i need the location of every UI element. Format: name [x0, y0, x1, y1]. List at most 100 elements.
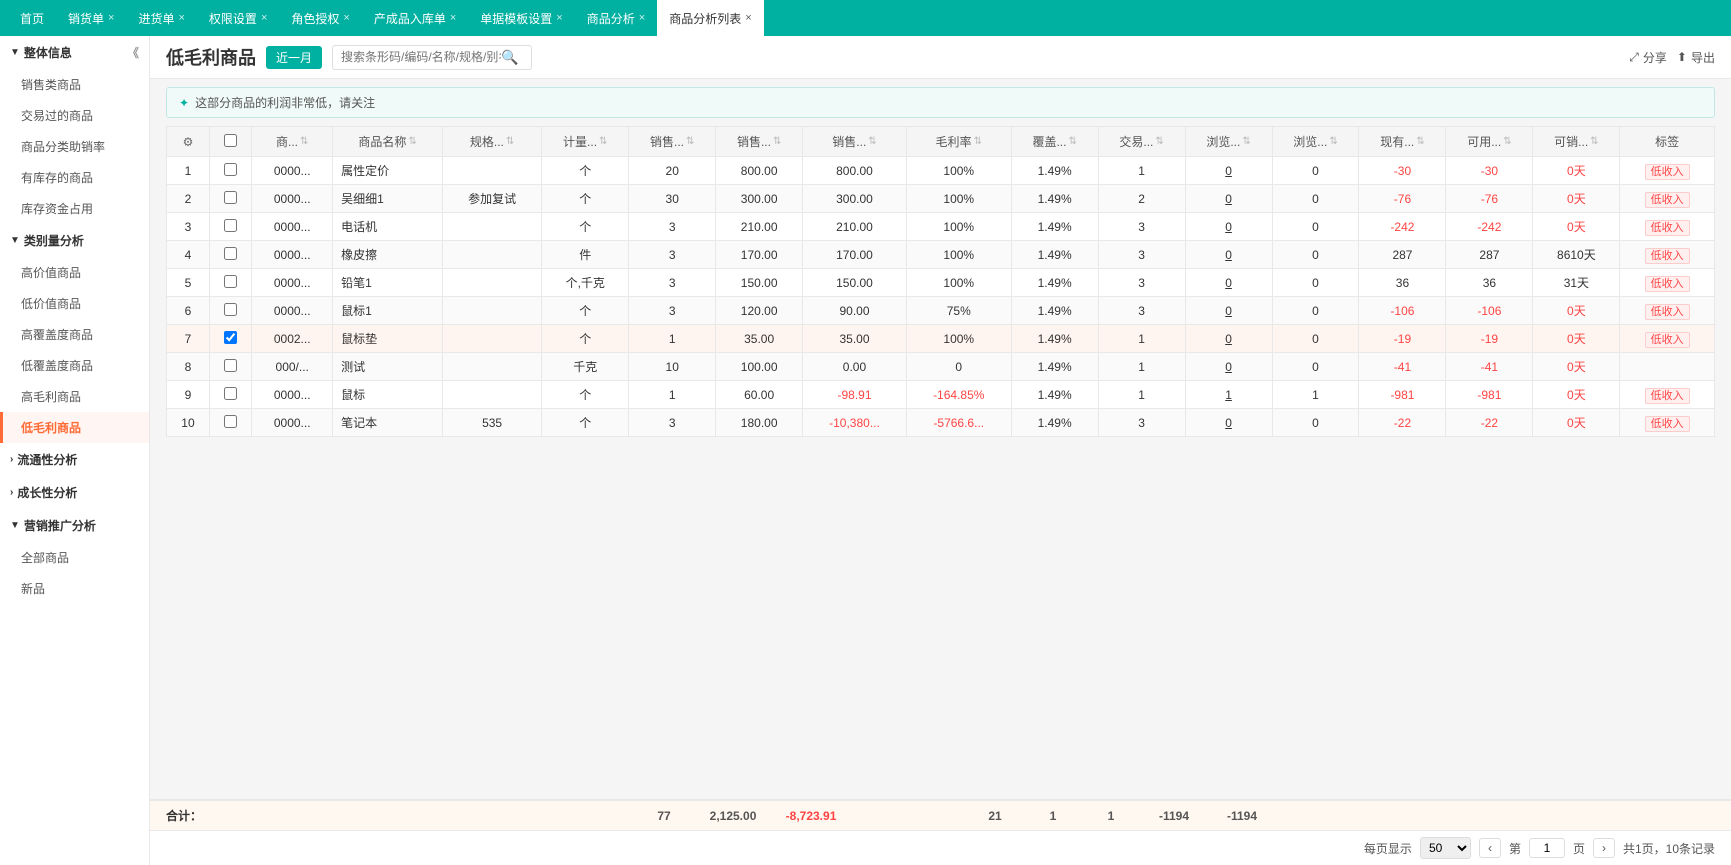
sidebar-item-stock-funds[interactable]: 库存资金占用 — [0, 193, 149, 224]
row-views1[interactable]: 0 — [1185, 353, 1272, 381]
row-num: 3 — [167, 213, 210, 241]
col-check[interactable] — [209, 127, 251, 157]
row-code: 0000... — [252, 241, 333, 269]
row-tag: 低收入 — [1620, 297, 1715, 325]
sidebar-item-low-margin[interactable]: 低毛利商品 — [0, 412, 149, 443]
row-check[interactable] — [209, 157, 251, 185]
row-current-stock: -76 — [1359, 185, 1446, 213]
row-saleable: 0天 — [1533, 409, 1620, 437]
row-name: 铅笔1 — [333, 269, 443, 297]
sidebar-collapse-btn[interactable]: 《 — [127, 44, 139, 61]
row-check[interactable] — [209, 381, 251, 409]
row-views1[interactable]: 0 — [1185, 157, 1272, 185]
sidebar-item-high-margin[interactable]: 高毛利商品 — [0, 381, 149, 412]
sidebar-section-category[interactable]: ▼ 类别量分析 — [0, 224, 149, 257]
row-views1[interactable]: 0 — [1185, 269, 1272, 297]
search-input[interactable] — [341, 50, 501, 64]
nav-permission-label: 权限设置 — [209, 10, 257, 27]
sidebar-item-high-coverage[interactable]: 高覆盖度商品 — [0, 319, 149, 350]
nav-template-close[interactable]: × — [556, 12, 562, 24]
row-tag: 低收入 — [1620, 185, 1715, 213]
sidebar: ▼ 整体信息 《 销售类商品 交易过的商品 商品分类助销率 有库存的商品 库存资… — [0, 36, 150, 865]
nav-goods-list-close[interactable]: × — [745, 12, 751, 24]
sidebar-item-low-coverage[interactable]: 低覆盖度商品 — [0, 350, 149, 381]
total-pages-text: 共1页，10条记录 — [1623, 840, 1715, 857]
sidebar-item-traded-goods[interactable]: 交易过的商品 — [0, 100, 149, 131]
nav-permission-close[interactable]: × — [261, 12, 267, 24]
row-check[interactable] — [209, 269, 251, 297]
sidebar-section-general[interactable]: ▼ 整体信息 《 — [0, 36, 149, 69]
row-check[interactable] — [209, 297, 251, 325]
row-check[interactable] — [209, 409, 251, 437]
sidebar-section-growth[interactable]: › 成长性分析 — [0, 476, 149, 509]
row-check[interactable] — [209, 353, 251, 381]
filter-recent-month[interactable]: 近一月 — [266, 46, 322, 69]
nav-product-entry[interactable]: 产成品入库单 × — [362, 0, 468, 36]
row-check[interactable] — [209, 241, 251, 269]
nav-goods-analysis[interactable]: 商品分析 × — [575, 0, 657, 36]
row-views1[interactable]: 0 — [1185, 241, 1272, 269]
row-views1[interactable]: 0 — [1185, 325, 1272, 353]
sidebar-item-all-goods[interactable]: 全部商品 — [0, 542, 149, 573]
sidebar-item-category-rate[interactable]: 商品分类助销率 — [0, 131, 149, 162]
nav-role-close[interactable]: × — [343, 12, 349, 24]
nav-role[interactable]: 角色授权 × — [279, 0, 361, 36]
sidebar-section-marketing[interactable]: ▼ 营销推广分析 — [0, 509, 149, 542]
row-views1[interactable]: 0 — [1185, 185, 1272, 213]
table-row: 10 0000... 笔记本 535 个 3 180.00 -10,380...… — [167, 409, 1715, 437]
col-name: 商品名称⇅ — [333, 127, 443, 157]
sidebar-item-sales-goods[interactable]: 销售类商品 — [0, 69, 149, 100]
search-icon[interactable]: 🔍 — [501, 49, 518, 66]
row-margin: 75% — [906, 297, 1011, 325]
col-settings[interactable]: ⚙ — [167, 127, 210, 157]
row-tag: 低收入 — [1620, 381, 1715, 409]
nav-goods-analysis-close[interactable]: × — [639, 12, 645, 24]
select-all-checkbox[interactable] — [224, 134, 237, 147]
row-check[interactable] — [209, 213, 251, 241]
row-name: 吴细细1 — [333, 185, 443, 213]
row-views1[interactable]: 0 — [1185, 409, 1272, 437]
row-check[interactable] — [209, 185, 251, 213]
row-unit: 个 — [542, 185, 629, 213]
nav-purchase-close[interactable]: × — [178, 12, 184, 24]
prev-page-btn[interactable]: ‹ — [1479, 838, 1501, 858]
row-views1[interactable]: 0 — [1185, 213, 1272, 241]
row-views1[interactable]: 0 — [1185, 297, 1272, 325]
sidebar-item-low-value[interactable]: 低价值商品 — [0, 288, 149, 319]
row-spec — [442, 213, 541, 241]
nav-purchase[interactable]: 进货单 × — [126, 0, 196, 36]
row-margin: 100% — [906, 185, 1011, 213]
row-check[interactable] — [209, 325, 251, 353]
row-coverage: 1.49% — [1011, 381, 1098, 409]
nav-permission[interactable]: 权限设置 × — [197, 0, 279, 36]
sidebar-section-liquidity[interactable]: › 流通性分析 — [0, 443, 149, 476]
col-tag: 标签 — [1620, 127, 1715, 157]
sidebar-item-stocked-goods[interactable]: 有库存的商品 — [0, 162, 149, 193]
row-tag: 低收入 — [1620, 409, 1715, 437]
nav-sales[interactable]: 销货单 × — [56, 0, 126, 36]
row-available: -22 — [1446, 409, 1533, 437]
row-transaction: 3 — [1098, 213, 1185, 241]
share-button[interactable]: ⤢ 分享 — [1629, 49, 1667, 66]
page-size-select[interactable]: 50 100 200 — [1420, 837, 1471, 859]
row-code: 0000... — [252, 185, 333, 213]
export-button[interactable]: ⬆ 导出 — [1677, 49, 1715, 66]
nav-goods-list[interactable]: 商品分析列表 × — [657, 0, 763, 36]
sidebar-item-new-goods[interactable]: 新品 — [0, 573, 149, 604]
row-code: 0000... — [252, 269, 333, 297]
table-row: 7 0002... 鼠标垫 个 1 35.00 35.00 100% 1.49%… — [167, 325, 1715, 353]
row-sales-qty: 20 — [629, 157, 716, 185]
notice-text: 这部分商品的利润非常低，请关注 — [195, 94, 375, 111]
nav-product-entry-label: 产成品入库单 — [374, 10, 446, 27]
row-transaction: 2 — [1098, 185, 1185, 213]
row-views2: 0 — [1272, 297, 1359, 325]
nav-product-entry-close[interactable]: × — [450, 12, 456, 24]
sidebar-item-high-value[interactable]: 高价值商品 — [0, 257, 149, 288]
page-number-input[interactable] — [1529, 838, 1565, 858]
nav-template[interactable]: 单据模板设置 × — [468, 0, 574, 36]
row-margin: 100% — [906, 325, 1011, 353]
nav-sales-close[interactable]: × — [108, 12, 114, 24]
nav-home[interactable]: 首页 — [8, 0, 56, 36]
next-page-btn[interactable]: › — [1593, 838, 1615, 858]
row-views1[interactable]: 1 — [1185, 381, 1272, 409]
